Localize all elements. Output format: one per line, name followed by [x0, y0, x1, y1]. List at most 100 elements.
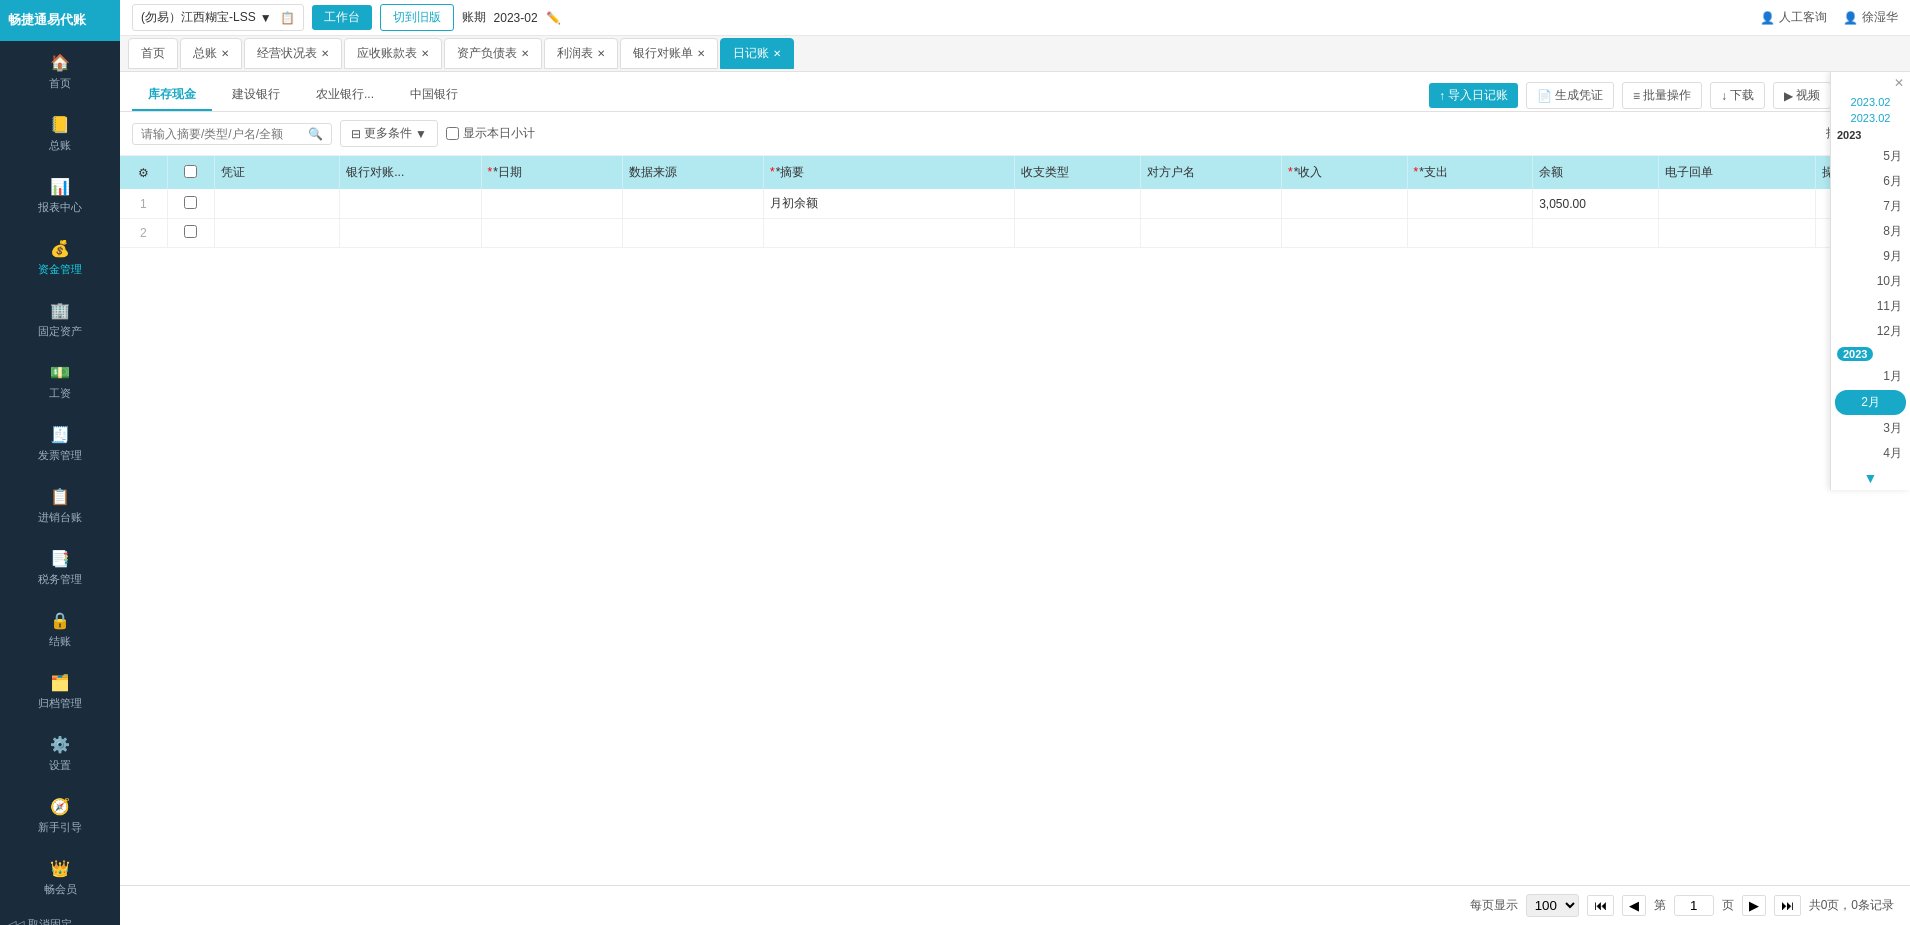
- prev-page-button[interactable]: ◀: [1622, 895, 1646, 916]
- month-8[interactable]: 8月: [1831, 219, 1910, 244]
- company-dropdown-icon: ▼: [260, 11, 272, 25]
- month-2[interactable]: 2月: [1835, 390, 1906, 415]
- sidebar-item-home[interactable]: 🏠 首页: [0, 41, 120, 103]
- date-panel-period-1[interactable]: 2023.02: [1831, 94, 1910, 110]
- row1-checkbox[interactable]: [184, 196, 197, 209]
- tab-balance[interactable]: 资产负债表 ✕: [444, 38, 542, 69]
- import-journal-button[interactable]: ↑ 导入日记账: [1429, 83, 1518, 108]
- sub-tab-construction[interactable]: 建设银行: [216, 80, 296, 111]
- tab-business[interactable]: 经营状况表 ✕: [244, 38, 342, 69]
- row1-voucher: [214, 189, 340, 219]
- sidebar-item-ledger[interactable]: 📒 总账: [0, 103, 120, 165]
- month-4[interactable]: 4月: [1831, 441, 1910, 466]
- month-6[interactable]: 6月: [1831, 169, 1910, 194]
- col-settings-header[interactable]: ⚙: [120, 156, 167, 189]
- sub-tab-china[interactable]: 中国银行: [394, 80, 474, 111]
- col-electronic-header: 电子回单: [1658, 156, 1815, 189]
- sidebar-item-guide[interactable]: 🧭 新手引导: [0, 785, 120, 847]
- support-item[interactable]: 👤 人工客询: [1760, 9, 1827, 26]
- payroll-icon: 💵: [50, 363, 70, 382]
- sidebar-item-fund[interactable]: 💰 资金管理: [0, 227, 120, 289]
- next-page-button[interactable]: ▶: [1742, 895, 1766, 916]
- download-button[interactable]: ↓ 下载: [1710, 82, 1765, 109]
- select-all-checkbox[interactable]: [184, 165, 197, 178]
- tax-icon: 📑: [50, 549, 70, 568]
- sidebar-collapse-btn[interactable]: ◁◁ 取消固定: [0, 909, 120, 925]
- tab-bank-close[interactable]: ✕: [697, 48, 705, 59]
- date-panel-nav-down[interactable]: ▼: [1831, 466, 1910, 490]
- date-panel-period-2[interactable]: 2023.02: [1831, 110, 1910, 126]
- row1-check[interactable]: [167, 189, 214, 219]
- sub-tab-cash[interactable]: 库存现金: [132, 80, 212, 111]
- sidebar-item-purchase[interactable]: 📋 进销台账: [0, 475, 120, 537]
- sub-tabbar: 库存现金 建设银行 农业银行... 中国银行 ↑ 导入日记账: [120, 72, 1910, 112]
- row2-check[interactable]: [167, 219, 214, 248]
- row2-checkbox[interactable]: [184, 225, 197, 238]
- first-page-button[interactable]: ⏮: [1587, 895, 1614, 916]
- batch-op-button[interactable]: ≡ 批量操作: [1622, 82, 1702, 109]
- app-logo[interactable]: 畅捷通易代账: [0, 0, 120, 41]
- tab-ledger[interactable]: 总账 ✕: [180, 38, 242, 69]
- month-10[interactable]: 10月: [1831, 269, 1910, 294]
- tab-receivable[interactable]: 应收账款表 ✕: [344, 38, 442, 69]
- month-5[interactable]: 5月: [1831, 144, 1910, 169]
- company-selector[interactable]: (勿易）江西糊宝-LSS ▼ 📋: [132, 4, 304, 31]
- tab-bank[interactable]: 银行对账单 ✕: [620, 38, 718, 69]
- table-header-row: ⚙ 凭证 银行对账... **日期 数据来源 **摘要 收支类型 对方户名 **…: [120, 156, 1910, 189]
- sidebar-item-archive[interactable]: 🗂️ 归档管理: [0, 661, 120, 723]
- tab-profit-close[interactable]: ✕: [597, 48, 605, 59]
- show-daily-total-checkbox[interactable]: [446, 127, 459, 140]
- tab-receivable-close[interactable]: ✕: [421, 48, 429, 59]
- collapse-label: 取消固定: [28, 917, 72, 925]
- sidebar-item-settings[interactable]: ⚙️ 设置: [0, 723, 120, 785]
- month-3[interactable]: 3月: [1831, 416, 1910, 441]
- month-7[interactable]: 7月: [1831, 194, 1910, 219]
- tab-receivable-label: 应收账款表: [357, 45, 417, 62]
- sidebar-item-close[interactable]: 🔒 结账: [0, 599, 120, 661]
- tab-business-close[interactable]: ✕: [321, 48, 329, 59]
- table-wrapper: ⚙ 凭证 银行对账... **日期 数据来源 **摘要 收支类型 对方户名 **…: [120, 156, 1910, 885]
- month-11[interactable]: 11月: [1831, 294, 1910, 319]
- tab-bank-label: 银行对账单: [633, 45, 693, 62]
- generate-voucher-button[interactable]: 📄 生成凭证: [1526, 82, 1614, 109]
- sub-tab-agriculture[interactable]: 农业银行...: [300, 80, 390, 111]
- tab-journal-close[interactable]: ✕: [773, 48, 781, 59]
- user-item[interactable]: 👤 徐湿华: [1843, 9, 1898, 26]
- filter-button[interactable]: ⊟ 更多条件 ▼: [340, 120, 438, 147]
- sidebar-item-label: 报表中心: [38, 200, 82, 215]
- show-daily-total-label[interactable]: 显示本日小计: [446, 125, 535, 142]
- collapse-icon: ◁◁: [8, 918, 24, 925]
- tab-home[interactable]: 首页: [128, 38, 178, 69]
- col-check-header[interactable]: [167, 156, 214, 189]
- sidebar-item-vip[interactable]: 👑 畅会员: [0, 847, 120, 909]
- tab-balance-close[interactable]: ✕: [521, 48, 529, 59]
- tab-ledger-close[interactable]: ✕: [221, 48, 229, 59]
- sidebar-item-report[interactable]: 📊 报表中心: [0, 165, 120, 227]
- page-input[interactable]: [1674, 895, 1714, 916]
- sidebar-item-invoice[interactable]: 🧾 发票管理: [0, 413, 120, 475]
- col-party-header: 对方户名: [1140, 156, 1281, 189]
- date-panel-close-button[interactable]: ✕: [1831, 72, 1910, 94]
- import-journal-label: 导入日记账: [1448, 87, 1508, 104]
- video-button[interactable]: ▶ 视频: [1773, 82, 1831, 109]
- search-box[interactable]: 🔍: [132, 123, 332, 145]
- table-row: 2: [120, 219, 1910, 248]
- period-label: 账期: [462, 9, 486, 26]
- sidebar-item-tax[interactable]: 📑 税务管理: [0, 537, 120, 599]
- generate-voucher-label: 生成凭证: [1555, 87, 1603, 104]
- month-1[interactable]: 1月: [1831, 364, 1910, 389]
- batch-icon: ≡: [1633, 89, 1640, 103]
- sidebar-item-asset[interactable]: 🏢 固定资产: [0, 289, 120, 351]
- switch-old-button[interactable]: 切到旧版: [380, 4, 454, 31]
- workbench-button[interactable]: 工作台: [312, 5, 372, 30]
- tab-journal[interactable]: 日记账 ✕: [720, 38, 794, 69]
- tab-profit[interactable]: 利润表 ✕: [544, 38, 618, 69]
- period-edit-icon[interactable]: ✏️: [546, 11, 561, 25]
- page-size-select[interactable]: 100 20 50 200: [1526, 894, 1579, 917]
- last-page-button[interactable]: ⏭: [1774, 895, 1801, 916]
- col-type-header: 收支类型: [1015, 156, 1141, 189]
- search-input[interactable]: [141, 127, 304, 141]
- month-12[interactable]: 12月: [1831, 319, 1910, 344]
- month-9[interactable]: 9月: [1831, 244, 1910, 269]
- sidebar-item-payroll[interactable]: 💵 工资: [0, 351, 120, 413]
